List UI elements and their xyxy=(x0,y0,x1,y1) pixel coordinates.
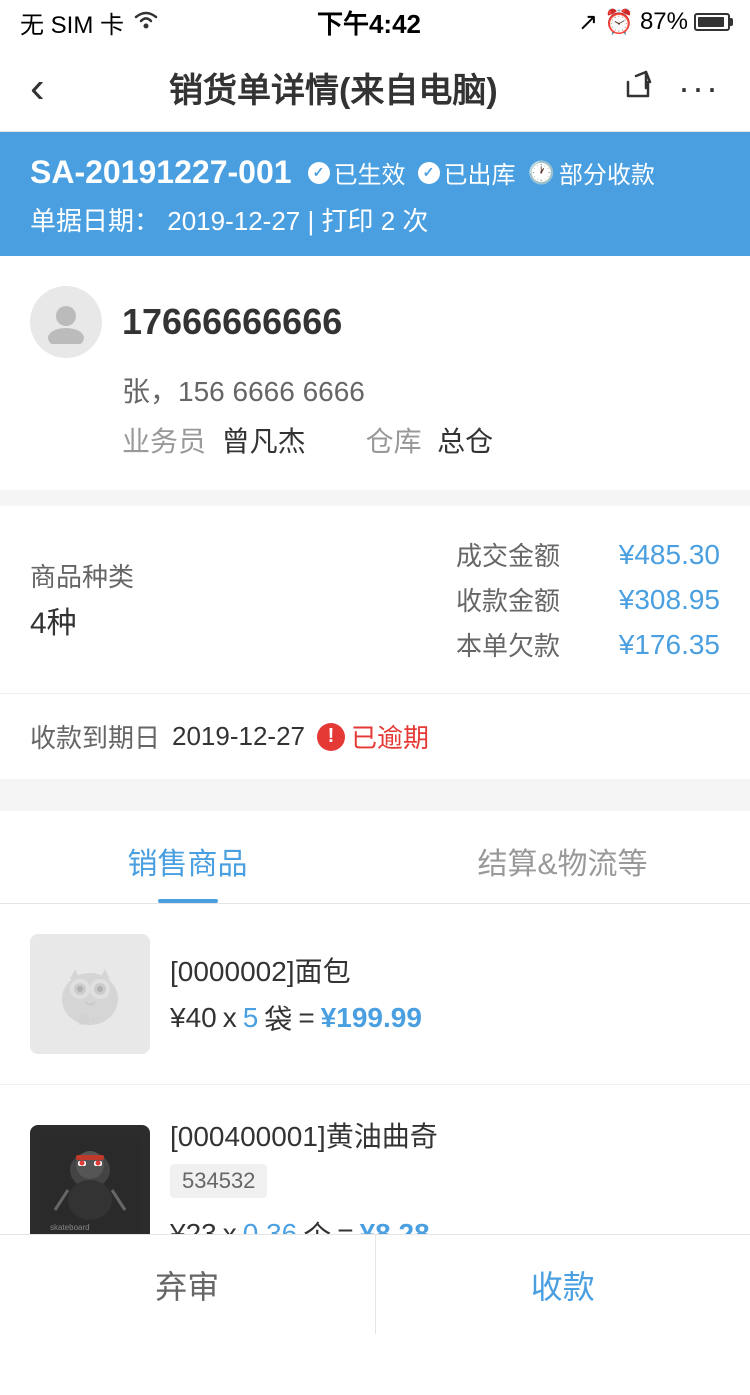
received-amount-row: 收款金额 ¥308.95 xyxy=(456,581,720,618)
product-image-2: skateboard xyxy=(30,1125,150,1245)
divider-1 xyxy=(0,490,750,506)
overdue-icon: ! xyxy=(317,723,345,751)
due-date-label: 收款到期日 xyxy=(30,718,160,755)
summary-left: 商品种类 4种 xyxy=(30,536,134,663)
multiply-1: x xyxy=(223,1002,237,1034)
print-suffix: 次 xyxy=(402,206,428,236)
unit-price-1: ¥40 xyxy=(170,1002,217,1034)
status-badges: ✓ 已生效 ✓ 已出库 🕐 部分收款 xyxy=(308,155,655,190)
tab-settlement-logistics[interactable]: 结算&物流等 xyxy=(375,811,750,903)
carrier-text: 无 SIM 卡 xyxy=(20,5,124,40)
nav-actions: ··· xyxy=(622,67,720,109)
salesperson-value: 曾凡杰 xyxy=(222,426,306,457)
status-effective: ✓ 已生效 xyxy=(308,155,406,190)
date-value: 2019-12-27 xyxy=(167,206,300,236)
received-amount-label: 收款金额 xyxy=(456,581,560,618)
page-title: 销货单详情(来自电脑) xyxy=(169,63,498,112)
customer-row: 17666666666 xyxy=(30,286,720,358)
product-types-value: 4种 xyxy=(30,598,134,642)
svg-text:鱼+: 鱼+ xyxy=(78,1013,97,1027)
date-label: 单据日期： xyxy=(30,206,160,236)
divider-2 xyxy=(0,779,750,795)
overdue-badge: ! 已逾期 xyxy=(317,718,429,755)
status-right: ↗ ⏰ 87% xyxy=(578,8,730,37)
due-date-section: 收款到期日 2019-12-27 ! 已逾期 xyxy=(0,693,750,779)
equals-1: = xyxy=(298,1002,314,1034)
tab-sales-products[interactable]: 销售商品 xyxy=(0,811,375,903)
check-icon: ✓ xyxy=(308,162,330,184)
order-date-row: 单据日期： 2019-12-27 | 打印 2 次 xyxy=(30,201,720,238)
debt-amount-value: ¥176.35 xyxy=(580,629,720,661)
avatar xyxy=(30,286,102,358)
product-sku-2: 534532 xyxy=(170,1164,267,1198)
status-time: 下午4:42 xyxy=(317,4,421,41)
battery-icon xyxy=(694,13,730,31)
status-bar: 无 SIM 卡 下午4:42 ↗ ⏰ 87% xyxy=(0,0,750,44)
warehouse-label: 仓库 xyxy=(366,426,422,457)
qty-1: 5 xyxy=(243,1002,259,1034)
customer-meta: 业务员 曾凡杰 仓库 总仓 xyxy=(122,420,720,460)
print-count: 2 xyxy=(381,206,395,236)
summary-section: 商品种类 4种 成交金额 ¥485.30 收款金额 ¥308.95 本单欠款 ¥… xyxy=(0,506,750,693)
product-image-1: 鱼+ xyxy=(30,934,150,1054)
due-date-value: 2019-12-27 xyxy=(172,721,305,752)
customer-info: 张，156 6666 6666 xyxy=(122,370,720,410)
product-price-row-1: ¥40 x 5 袋 = ¥199.99 xyxy=(170,998,720,1038)
bottom-bar: 弃审 收款 xyxy=(0,1234,750,1334)
svg-text:skateboard: skateboard xyxy=(50,1223,90,1232)
warehouse-field: 仓库 总仓 xyxy=(366,420,494,460)
confirm-button[interactable]: 收款 xyxy=(376,1235,750,1334)
status-shipped: ✓ 已出库 xyxy=(418,155,516,190)
wifi-icon xyxy=(132,8,160,36)
product-types-label: 商品种类 xyxy=(30,557,134,594)
share-button[interactable] xyxy=(622,68,654,108)
product-name-1: [0000002]面包 xyxy=(170,950,720,990)
deal-amount-value: ¥485.30 xyxy=(580,539,720,571)
deal-amount-row: 成交金额 ¥485.30 xyxy=(456,536,720,573)
status-left: 无 SIM 卡 xyxy=(20,5,160,40)
nav-bar: ‹ 销货单详情(来自电脑) ··· xyxy=(0,44,750,132)
print-label: | 打印 xyxy=(307,206,373,236)
customer-section: 17666666666 张，156 6666 6666 业务员 曾凡杰 仓库 总… xyxy=(0,256,750,490)
order-header-banner: SA-20191227-001 ✓ 已生效 ✓ 已出库 🕐 部分收款 单据日期：… xyxy=(0,132,750,256)
salesperson-field: 业务员 曾凡杰 xyxy=(122,420,306,460)
total-price-1: ¥199.99 xyxy=(321,1002,422,1034)
order-number: SA-20191227-001 xyxy=(30,154,292,191)
summary-right: 成交金额 ¥485.30 收款金额 ¥308.95 本单欠款 ¥176.35 xyxy=(456,536,720,663)
debt-amount-row: 本单欠款 ¥176.35 xyxy=(456,626,720,663)
debt-amount-label: 本单欠款 xyxy=(456,626,560,663)
customer-name: 17666666666 xyxy=(122,301,342,343)
salesperson-label: 业务员 xyxy=(122,426,206,457)
status-partial-payment: 🕐 部分收款 xyxy=(528,155,655,190)
product-info-1: [0000002]面包 ¥40 x 5 袋 = ¥199.99 xyxy=(170,950,720,1038)
tabs-section: 销售商品 结算&物流等 xyxy=(0,811,750,904)
warehouse-value: 总仓 xyxy=(437,426,493,457)
clock-icon: 🕐 xyxy=(528,160,555,186)
unit-1: 袋 xyxy=(264,998,292,1038)
received-amount-value: ¥308.95 xyxy=(580,584,720,616)
location-icon: ↗ xyxy=(578,8,598,37)
check-icon-2: ✓ xyxy=(418,162,440,184)
product-item: 鱼+ [0000002]面包 ¥40 x 5 袋 = ¥199.99 xyxy=(0,904,750,1085)
deal-amount-label: 成交金额 xyxy=(456,536,560,573)
more-button[interactable]: ··· xyxy=(678,67,720,109)
back-button[interactable]: ‹ xyxy=(30,63,45,113)
alarm-icon: ⏰ xyxy=(604,8,634,37)
overdue-text: 已逾期 xyxy=(351,718,429,755)
cancel-button[interactable]: 弃审 xyxy=(0,1235,376,1334)
product-name-2: [000400001]黄油曲奇 xyxy=(170,1115,720,1155)
battery-percent: 87% xyxy=(640,8,688,36)
